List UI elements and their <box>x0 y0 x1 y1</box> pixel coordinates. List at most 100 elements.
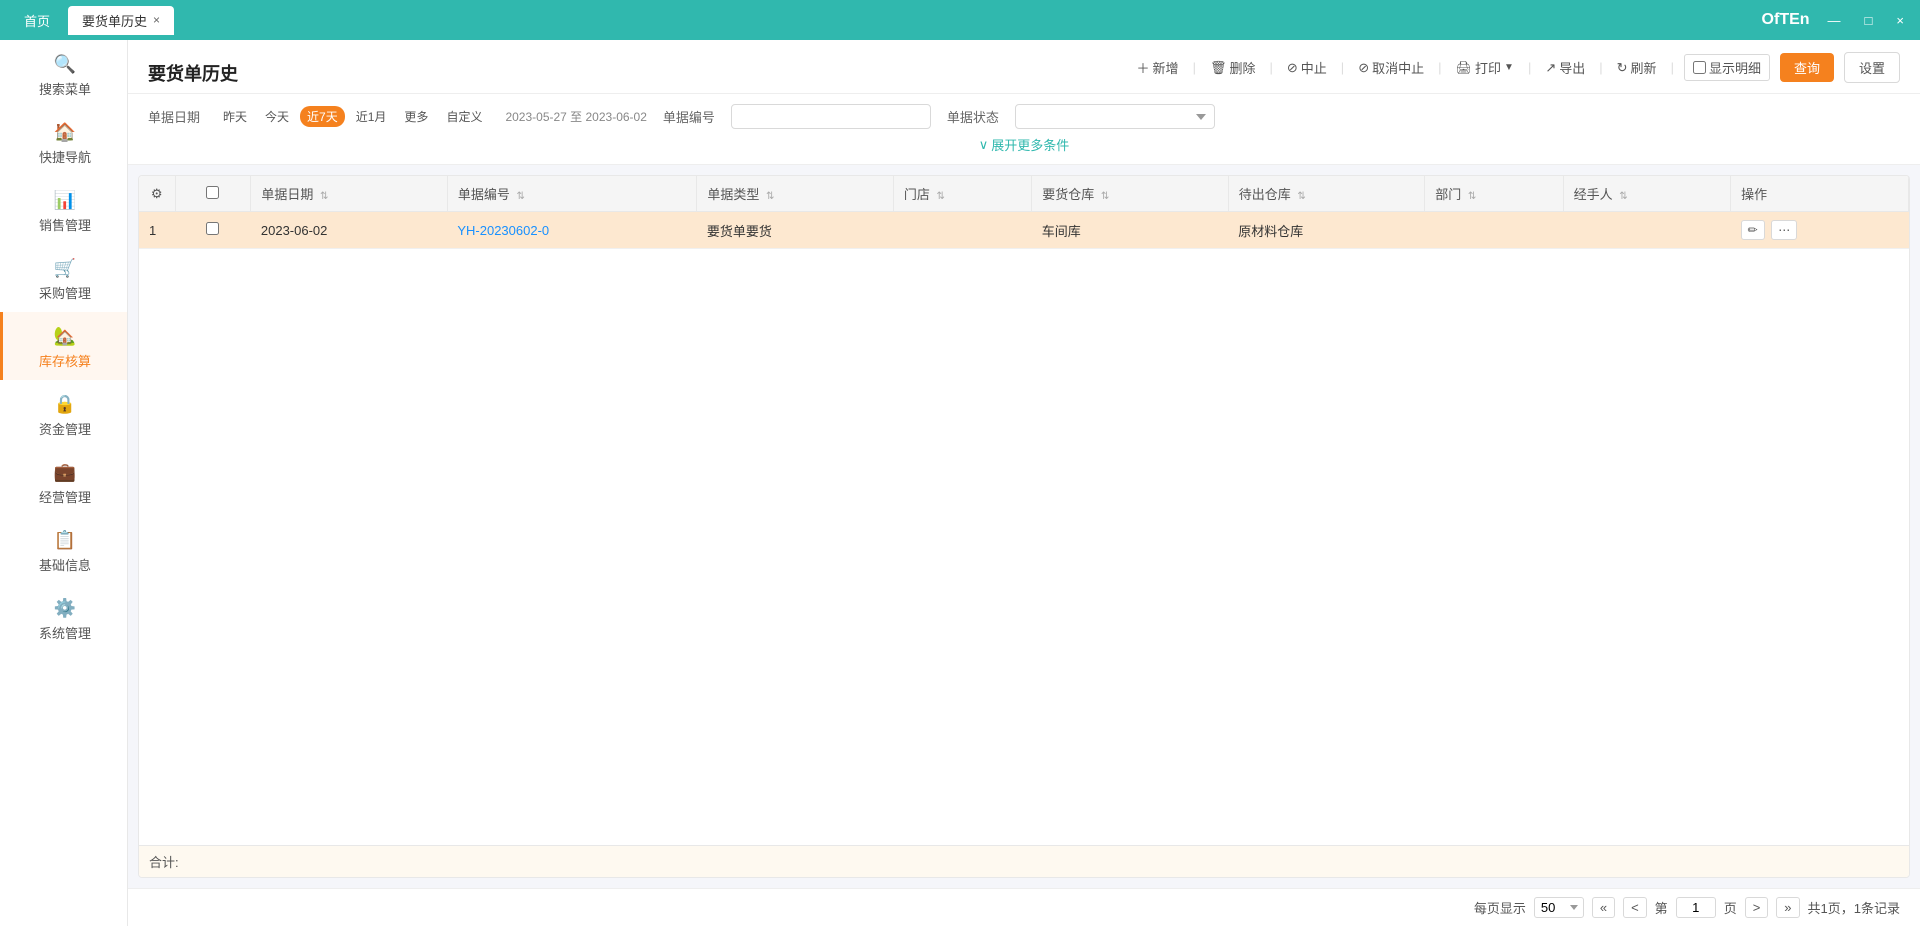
cancel-stop-btn[interactable]: ⊘ 取消中止 <box>1354 56 1428 79</box>
query-btn[interactable]: 查询 <box>1780 53 1834 82</box>
sort-doc-date-icon[interactable]: ⇅ <box>320 191 328 202</box>
window-close-btn[interactable]: × <box>1890 11 1910 30</box>
col-doc-no: 单据编号 ⇅ <box>447 176 697 212</box>
table-footer: 合计: <box>139 845 1909 877</box>
page-title: 要货单历史 <box>148 60 238 86</box>
table-container: ⚙ 单据日期 ⇅ 单据编号 ⇅ <box>138 175 1910 878</box>
sidebar-item-inventory[interactable]: 🏡 库存核算 <box>0 312 127 380</box>
sidebar-item-shortcut[interactable]: 🏠 快捷导航 <box>0 108 127 176</box>
export-btn[interactable]: ↗ 导出 <box>1541 56 1589 79</box>
minimize-btn[interactable]: — <box>1822 11 1847 30</box>
total-label: 合计: <box>149 852 179 871</box>
next-page-btn[interactable]: > <box>1745 897 1769 918</box>
close-tab-icon[interactable]: × <box>153 13 160 27</box>
page-size-select[interactable]: 10 20 50 100 <box>1534 897 1584 918</box>
col-pending-warehouse-label: 待出仓库 <box>1239 187 1291 202</box>
status-select[interactable] <box>1015 104 1215 129</box>
col-store-label: 门店 <box>904 187 930 202</box>
first-page-btn[interactable]: « <box>1592 897 1615 918</box>
new-btn-label: 新增 <box>1153 58 1179 77</box>
row-doc-no: YH-20230602-0 <box>447 212 697 249</box>
stop-btn[interactable]: ⊘ 中止 <box>1283 56 1331 79</box>
cart-icon: 🛒 <box>54 258 76 279</box>
row-store <box>893 212 1031 249</box>
row-doc-type: 要货单要货 <box>697 212 893 249</box>
gear-icon: ⚙️ <box>54 598 76 619</box>
sidebar-item-basic[interactable]: 📋 基础信息 <box>0 516 127 584</box>
sidebar-item-system[interactable]: ⚙️ 系统管理 <box>0 584 127 652</box>
custom-btn[interactable]: 自定义 <box>439 106 489 127</box>
display-detail-checkbox[interactable] <box>1693 61 1706 74</box>
sort-handler-icon[interactable]: ⇅ <box>1619 191 1627 202</box>
sidebar-item-finance-label: 资金管理 <box>39 419 91 438</box>
sidebar-item-purchase-label: 采购管理 <box>39 283 91 302</box>
select-all-checkbox[interactable] <box>206 186 219 199</box>
pagination-bar: 每页显示 10 20 50 100 « < 第 页 > » 共1页，1条记录 <box>128 888 1920 926</box>
date-filter-label: 单据日期 <box>148 107 200 126</box>
sidebar-item-purchase[interactable]: 🛒 采购管理 <box>0 244 127 312</box>
maximize-btn[interactable]: □ <box>1859 11 1879 30</box>
sidebar-item-operation[interactable]: 💼 经营管理 <box>0 448 127 516</box>
delete-btn-label: 删除 <box>1229 58 1255 77</box>
expand-more-btn[interactable]: ∨ 展开更多条件 <box>979 135 1070 154</box>
sort-department-icon[interactable]: ⇅ <box>1468 191 1476 202</box>
page-header: 要货单历史 ＋ 新增 | 🗑 删除 | ⊘ 中止 | ⊘ <box>128 40 1920 94</box>
col-store: 门店 ⇅ <box>893 176 1031 212</box>
search-icon: 🔍 <box>54 54 76 75</box>
sort-req-warehouse-icon[interactable]: ⇅ <box>1101 191 1109 202</box>
yesterday-btn[interactable]: 昨天 <box>216 106 254 127</box>
status-label: 单据状态 <box>947 107 999 126</box>
refresh-btn-label: 刷新 <box>1631 58 1657 77</box>
sort-pending-warehouse-icon[interactable]: ⇅ <box>1297 191 1305 202</box>
refresh-icon: ↻ <box>1617 60 1628 76</box>
last1month-btn[interactable]: 近1月 <box>349 106 394 127</box>
print-btn-label: 打印 <box>1475 58 1501 77</box>
sort-doc-no-icon[interactable]: ⇅ <box>516 191 524 202</box>
sort-store-icon[interactable]: ⇅ <box>936 191 944 202</box>
home-tab-label: 首页 <box>24 11 50 30</box>
plus-icon: ＋ <box>1137 58 1150 77</box>
refresh-btn[interactable]: ↻ 刷新 <box>1613 56 1661 79</box>
active-tab-label: 要货单历史 <box>82 11 147 30</box>
col-doc-type: 单据类型 ⇅ <box>697 176 893 212</box>
doc-no-link[interactable]: YH-20230602-0 <box>457 223 549 238</box>
table-header-row: ⚙ 单据日期 ⇅ 单据编号 ⇅ <box>139 176 1909 212</box>
date-btn-group: 昨天 今天 近7天 近1月 更多 自定义 <box>216 106 489 127</box>
more-btn[interactable]: 更多 <box>397 106 435 127</box>
new-btn[interactable]: ＋ 新增 <box>1133 56 1183 79</box>
sidebar-item-operation-label: 经营管理 <box>39 487 91 506</box>
doc-no-input[interactable] <box>731 104 931 129</box>
display-detail-btn[interactable]: 显示明细 <box>1684 54 1770 81</box>
settings-col-icon[interactable]: ⚙ <box>151 186 163 201</box>
delete-btn[interactable]: 🗑 删除 <box>1206 56 1260 79</box>
row-pending-warehouse: 原材料仓库 <box>1228 212 1424 249</box>
row-edit-btn[interactable]: ✏ <box>1741 220 1765 240</box>
active-tab[interactable]: 要货单历史 × <box>68 6 174 35</box>
sidebar-item-finance[interactable]: 🔒 资金管理 <box>0 380 127 448</box>
sidebar-item-inventory-label: 库存核算 <box>39 351 91 370</box>
filter-expand-row: ∨ 展开更多条件 <box>148 135 1900 154</box>
page-input[interactable] <box>1676 897 1716 918</box>
row-more-btn[interactable]: ⋯ <box>1771 220 1797 240</box>
clipboard-icon: 📋 <box>54 530 76 551</box>
sidebar-item-sales[interactable]: 📊 销售管理 <box>0 176 127 244</box>
print-btn[interactable]: 🖨 打印 ▼ <box>1452 56 1518 79</box>
sidebar-item-search[interactable]: 🔍 搜索菜单 <box>0 40 127 108</box>
home-tab[interactable]: 首页 <box>10 6 64 35</box>
prev-page-btn[interactable]: < <box>1623 897 1647 918</box>
col-doc-no-label: 单据编号 <box>458 187 510 202</box>
row-handler <box>1563 212 1730 249</box>
last-page-btn[interactable]: » <box>1776 897 1799 918</box>
sort-doc-type-icon[interactable]: ⇅ <box>766 191 774 202</box>
briefcase-icon: 💼 <box>54 462 76 483</box>
col-doc-date-label: 单据日期 <box>261 187 313 202</box>
settings-btn[interactable]: 设置 <box>1844 52 1900 83</box>
row-checkbox[interactable] <box>206 222 219 235</box>
brand-label: OfTEn <box>1762 11 1810 29</box>
row-department <box>1425 212 1563 249</box>
sidebar: 🔍 搜索菜单 🏠 快捷导航 📊 销售管理 🛒 采购管理 🏡 库存核算 🔒 资金管… <box>0 40 128 926</box>
today-btn[interactable]: 今天 <box>258 106 296 127</box>
house-icon: 🏡 <box>54 326 76 347</box>
last7days-btn[interactable]: 近7天 <box>300 106 345 127</box>
col-handler: 经手人 ⇅ <box>1563 176 1730 212</box>
